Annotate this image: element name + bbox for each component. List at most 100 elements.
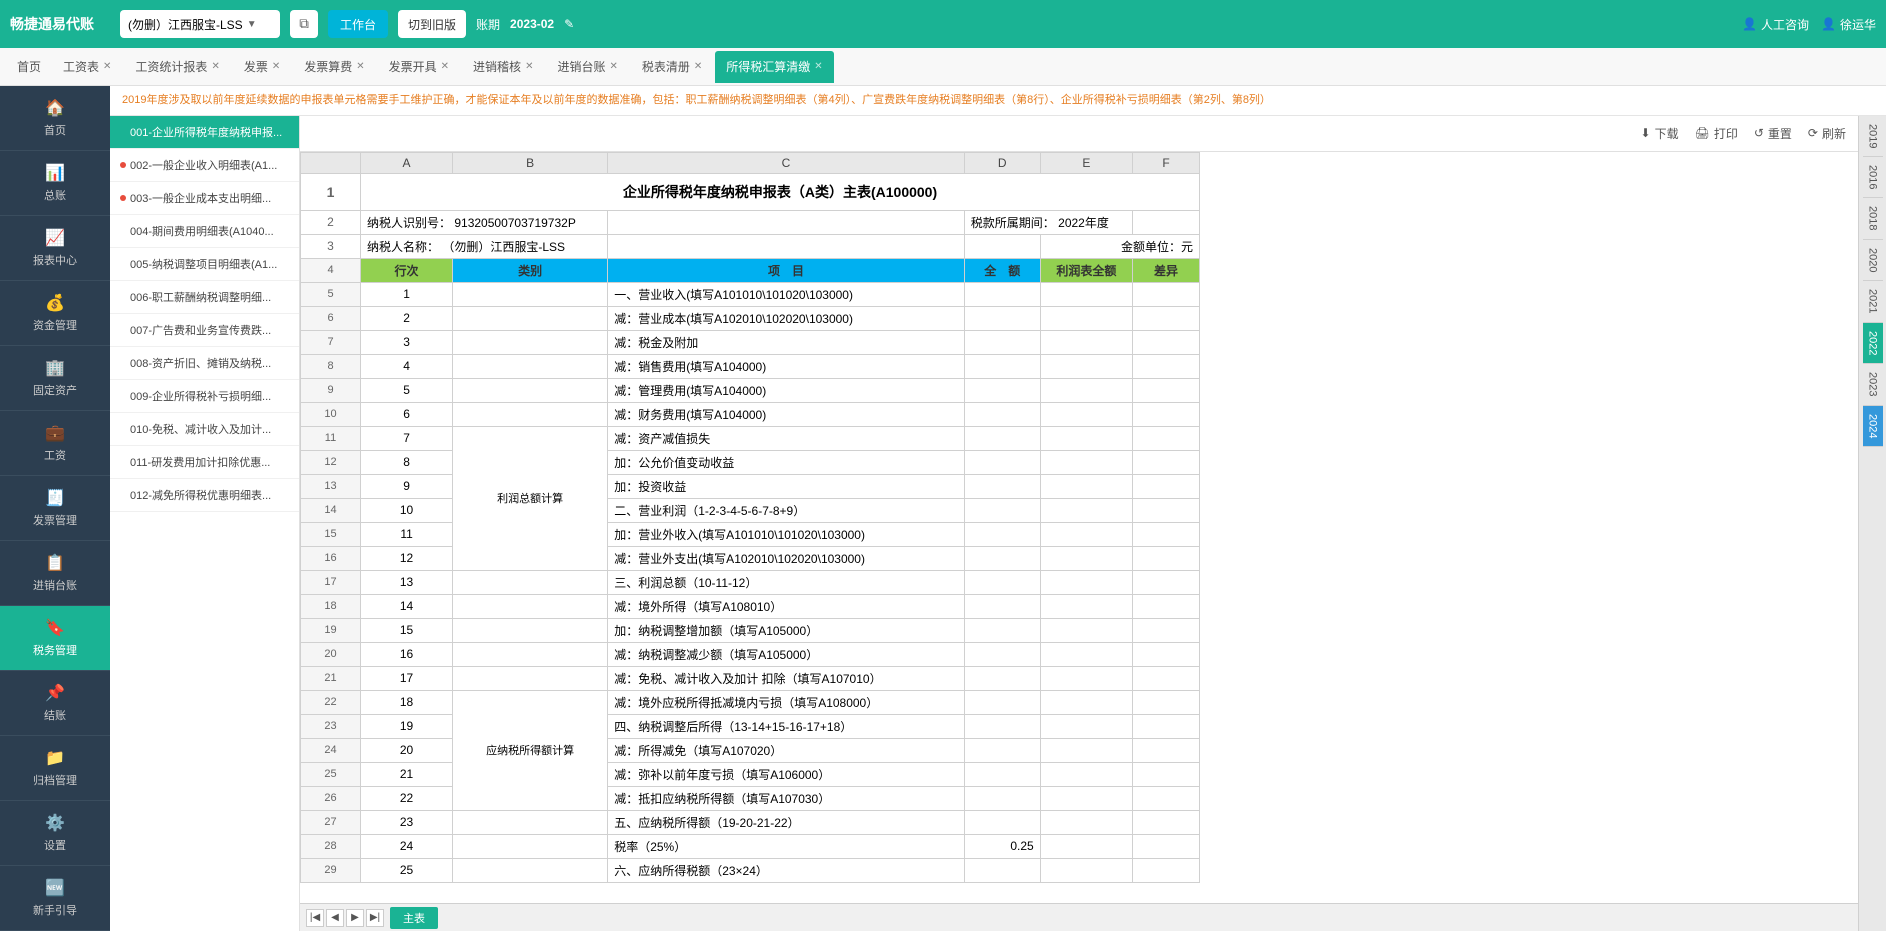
print-button[interactable]: 🖨 打印 xyxy=(1695,125,1738,142)
sidebar-item-invoice[interactable]: 🧾 发票管理 xyxy=(0,476,110,541)
sheet-nav-next[interactable]: ▶ xyxy=(346,909,364,927)
table-row: 19 15 加：纳税调整增加额（填写A105000） xyxy=(301,618,1200,642)
form-item-label: 005-纳税调整项目明细表(A1... xyxy=(130,256,277,272)
year-item-2023[interactable]: 2023 xyxy=(1863,364,1883,405)
sidebar-item-salary[interactable]: 💼 工资 xyxy=(0,411,110,476)
close-icon[interactable]: ✕ xyxy=(694,61,702,72)
table-row: 28 24 税率（25%） 0.25 xyxy=(301,834,1200,858)
workbench-button[interactable]: 工作台 xyxy=(328,10,388,38)
close-icon[interactable]: ✕ xyxy=(211,61,219,72)
table-row: 18 14 减：境外所得（填写A108010） xyxy=(301,594,1200,618)
close-icon[interactable]: ✕ xyxy=(272,61,280,72)
copy-icon-button[interactable]: ⧉ xyxy=(290,10,318,38)
sheet-nav-first[interactable]: |◀ xyxy=(306,909,324,927)
nav-tab-salary-stat[interactable]: 工资统计报表 ✕ xyxy=(124,51,230,83)
spreadsheet-table: A B C D E F 1 企业所 xyxy=(300,152,1200,883)
sidebar-label-capital: 资金管理 xyxy=(33,317,77,333)
refresh-button[interactable]: ⟳ 刷新 xyxy=(1808,125,1846,142)
sidebar-item-archive[interactable]: 📁 归档管理 xyxy=(0,736,110,801)
status-dot xyxy=(120,492,126,498)
sidebar-label-archive: 归档管理 xyxy=(33,772,77,788)
form-list-item-005[interactable]: 005-纳税调整项目明细表(A1... xyxy=(110,248,299,281)
form-list-item-001[interactable]: 001-企业所得税年度纳税申报... xyxy=(110,116,299,149)
year-item-2018[interactable]: 2018 xyxy=(1863,198,1883,239)
close-icon[interactable]: ✕ xyxy=(356,61,364,72)
sidebar-item-newguide[interactable]: 🆕 新手引导 xyxy=(0,866,110,931)
ai-service-button[interactable]: 👤 人工咨询 xyxy=(1742,16,1809,33)
company-selector[interactable]: (勿删）江西服宝-LSS ▼ xyxy=(120,10,280,38)
close-icon[interactable]: ✕ xyxy=(609,61,617,72)
sidebar-label-purchasesales: 进销台账 xyxy=(33,577,77,593)
col-hang-header: 行次 xyxy=(361,258,453,282)
nav-tab-taxclear[interactable]: 税表清册 ✕ xyxy=(631,51,713,83)
form-list-item-010[interactable]: 010-免税、减计收入及加计... xyxy=(110,413,299,446)
form-list-item-011[interactable]: 011-研发费用加计扣除优惠... xyxy=(110,446,299,479)
year-item-2024[interactable]: 2024 xyxy=(1863,406,1883,447)
form-item-label: 006-职工薪酬纳税调整明细... xyxy=(130,289,271,305)
table-row: 13 9 加：投资收益 xyxy=(301,474,1200,498)
form-list-item-003[interactable]: 003-一般企业成本支出明细... xyxy=(110,182,299,215)
form-list-item-012[interactable]: 012-减免所得税优惠明细表... xyxy=(110,479,299,512)
table-row: 27 23 五、应纳税所得额（19-20-21-22） xyxy=(301,810,1200,834)
form-list-item-002[interactable]: 002-一般企业收入明细表(A1... xyxy=(110,149,299,182)
form-list-item-009[interactable]: 009-企业所得税补亏损明细... xyxy=(110,380,299,413)
col-header-rownum xyxy=(301,152,361,173)
sidebar-item-tax[interactable]: 🔖 税务管理 xyxy=(0,606,110,671)
nav-tab-home[interactable]: 首页 xyxy=(8,51,50,83)
nav-tab-invoice-calc[interactable]: 发票算费 ✕ xyxy=(293,51,375,83)
close-icon[interactable]: ✕ xyxy=(103,61,111,72)
sheet-tab-main[interactable]: 主表 xyxy=(390,907,438,929)
user-profile[interactable]: 👤 徐运华 xyxy=(1821,16,1876,33)
nav-tab-income-tax[interactable]: 所得税汇算清缴 ✕ xyxy=(715,51,833,83)
sidebar-item-ledger[interactable]: 📊 总账 xyxy=(0,151,110,216)
sheet-tab-label: 主表 xyxy=(403,910,425,926)
close-icon[interactable]: ✕ xyxy=(441,61,449,72)
year-item-2022[interactable]: 2022 xyxy=(1863,323,1883,364)
close-icon[interactable]: ✕ xyxy=(814,61,822,72)
home-icon: 🏠 xyxy=(45,98,65,118)
form-list-item-008[interactable]: 008-资产折旧、摊销及纳税... xyxy=(110,347,299,380)
reset-button[interactable]: ↺ 重置 xyxy=(1754,125,1792,142)
form-list-item-007[interactable]: 007-广告费和业务宣传费跌... xyxy=(110,314,299,347)
form-list-item-004[interactable]: 004-期间费用明细表(A1040... xyxy=(110,215,299,248)
nav-tab-ledger[interactable]: 进销台账 ✕ xyxy=(546,51,628,83)
period-cell: 税款所属期间： 2022年度 xyxy=(964,210,1132,234)
status-dot xyxy=(120,426,126,432)
sidebar-item-home[interactable]: 🏠 首页 xyxy=(0,86,110,151)
navtabs-bar: 首页 工资表 ✕ 工资统计报表 ✕ 发票 ✕ 发票算费 ✕ 发票开具 ✕ 进销稽… xyxy=(0,48,1886,86)
sidebar-item-report[interactable]: 📈 报表中心 xyxy=(0,216,110,281)
sidebar-label-tax: 税务管理 xyxy=(33,642,77,658)
nav-tab-invoice-open[interactable]: 发票开具 ✕ xyxy=(378,51,460,83)
download-button[interactable]: ⬇ 下载 xyxy=(1641,125,1679,142)
table-row: 8 4 减：销售费用(填写A104000) xyxy=(301,354,1200,378)
year-item-2021[interactable]: 2021 xyxy=(1863,281,1883,322)
closeaccount-icon: 📌 xyxy=(45,683,65,703)
sidebar-item-settings[interactable]: ⚙️ 设置 xyxy=(0,801,110,866)
switch-version-button[interactable]: 切到旧版 xyxy=(398,10,466,38)
sidebar-item-closeaccount[interactable]: 📌 结账 xyxy=(0,671,110,736)
sidebar-item-capital[interactable]: 💰 资金管理 xyxy=(0,281,110,346)
topbar: 畅捷通易代账 (勿删）江西服宝-LSS ▼ ⧉ 工作台 切到旧版 账期 2023… xyxy=(0,0,1886,48)
table-row: 9 5 减：管理费用(填写A104000) xyxy=(301,378,1200,402)
form-item-label: 012-减免所得税优惠明细表... xyxy=(130,487,271,503)
period-edit-icon[interactable]: ✎ xyxy=(564,17,574,31)
form-item-label: 002-一般企业收入明细表(A1... xyxy=(130,157,277,173)
year-item-2019[interactable]: 2019 xyxy=(1863,116,1883,157)
close-icon[interactable]: ✕ xyxy=(525,61,533,72)
sheet-nav-prev[interactable]: ◀ xyxy=(326,909,344,927)
sheet-container[interactable]: A B C D E F 1 企业所 xyxy=(300,152,1858,904)
nav-tab-invoice[interactable]: 发票 ✕ xyxy=(233,51,291,83)
year-item-2020[interactable]: 2020 xyxy=(1863,240,1883,281)
sheet-nav-last[interactable]: ▶| xyxy=(366,909,384,927)
nav-tab-audit[interactable]: 进销稽核 ✕ xyxy=(462,51,544,83)
capital-icon: 💰 xyxy=(45,293,65,313)
year-item-2016[interactable]: 2016 xyxy=(1863,157,1883,198)
sidebar-item-purchasesales[interactable]: 📋 进销台账 xyxy=(0,541,110,606)
table-row: 1 企业所得税年度纳税申报表（A类）主表(A100000) xyxy=(301,173,1200,210)
table-row: 11 7 利润总额计算 减：资产减值损失 xyxy=(301,426,1200,450)
status-dot xyxy=(120,261,126,267)
nav-tab-salary[interactable]: 工资表 ✕ xyxy=(52,51,122,83)
spreadsheet-area: ⬇ 下载 🖨 打印 ↺ 重置 ⟳ 刷新 xyxy=(300,116,1858,931)
form-list-item-006[interactable]: 006-职工薪酬纳税调整明细... xyxy=(110,281,299,314)
sidebar-item-assets[interactable]: 🏢 固定资产 xyxy=(0,346,110,411)
